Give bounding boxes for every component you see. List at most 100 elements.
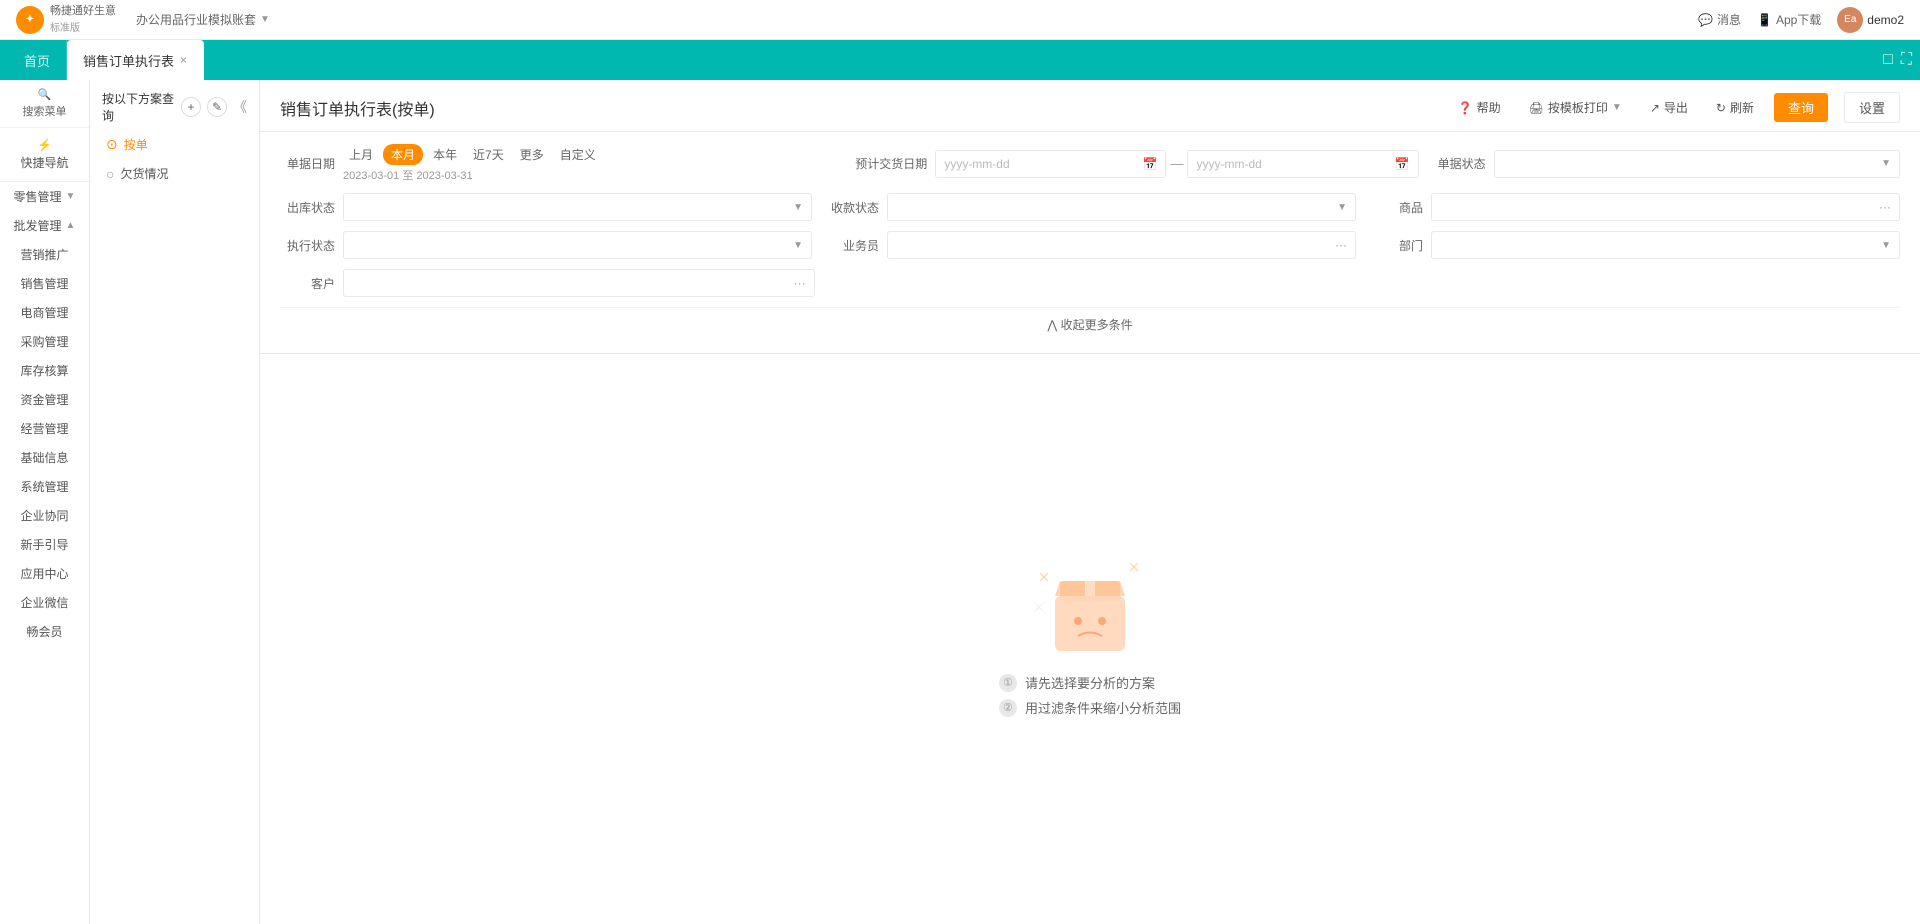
panel-item-shortage[interactable]: ○ 欠货情况 [90,159,259,188]
filter-cell-salesperson: 业务员 ··· [824,231,1356,259]
app-download-button[interactable]: 📱 App下载 [1757,11,1821,28]
filter-cell-dept: 部门 ▼ [1368,231,1900,259]
sidebar-item-membership[interactable]: 畅会员 [0,617,89,646]
sidebar-membership-label: 畅会员 [26,623,62,640]
collapse-more-label: 收起更多条件 [1061,318,1133,332]
avatar: Ea [1837,7,1863,33]
sidebar-item-marketing[interactable]: 营销推广 [0,240,89,269]
left-panel: 按以下方案查询 + ✎ 《 ⊙ 按单 ○ 欠货情况 [90,80,260,924]
print-dropdown-arrow[interactable]: ▼ [1612,102,1622,113]
panel-item-shortage-icon: ○ [106,166,114,182]
outbound-select[interactable]: ▼ [343,193,812,221]
breadcrumb-arrow[interactable]: ▼ [260,14,270,25]
collection-select[interactable]: ▼ [887,193,1356,221]
date-filter-tabs: 上月 本月 本年 近7天 更多 自定义 [343,144,843,165]
header-right: 💬 消息 📱 App下载 Ea demo2 [1698,7,1904,33]
bill-status-select[interactable]: ▼ [1494,150,1900,178]
content-area: 销售订单执行表(按单) ❓ 帮助 🖨 按模板打印 ▼ ↗ 导出 ↻ 刷新 [260,80,1920,924]
calendar-end-icon: 📅 [1395,157,1410,171]
print-icon: 🖨 [1529,101,1544,115]
goods-label: 商品 [1368,199,1423,216]
outbound-arrow: ▼ [793,202,803,213]
panel-item-shortage-label: 欠货情况 [120,165,168,182]
left-panel-header: 按以下方案查询 + ✎ 《 [90,80,259,130]
settings-button[interactable]: 设置 [1844,92,1900,123]
panel-item-order[interactable]: ⊙ 按单 [90,130,259,159]
sidebar-item-guide[interactable]: 新手引导 [0,530,89,559]
customer-ellipsis[interactable]: ··· [794,276,806,290]
collection-label: 收款状态 [824,199,879,216]
date-tab-7days[interactable]: 近7天 [467,144,510,165]
panel-collapse-button[interactable]: 《 [233,97,247,117]
date-tab-custom[interactable]: 自定义 [554,144,602,165]
app-download-icon: 📱 [1757,13,1772,27]
sidebar-operations-label: 经营管理 [20,420,68,437]
collapse-more-button[interactable]: ⋀ 收起更多条件 [280,307,1900,341]
sidebar-item-finance[interactable]: 资金管理 [0,385,89,414]
date-tab-more[interactable]: 更多 [514,144,550,165]
print-button[interactable]: 🖨 按模板打印 ▼ [1521,95,1630,120]
filter-cell-bill-status: 单据状态 ▼ [1431,150,1900,178]
panel-add-button[interactable]: + [181,97,201,117]
sidebar-purchase-label: 采购管理 [20,333,68,350]
date-tab-last-month[interactable]: 上月 [343,144,379,165]
date-tab-this-month[interactable]: 本月 [383,144,423,165]
filter-row-3: 执行状态 ▼ 业务员 ··· 部门 [280,231,1900,259]
expected-date-start[interactable]: yyyy-mm-dd 📅 [935,150,1166,178]
calendar-start-icon: 📅 [1143,157,1158,171]
sidebar-item-app-center[interactable]: 应用中心 [0,559,89,588]
dept-select[interactable]: ▼ [1431,231,1900,259]
sidebar-item-wholesale[interactable]: 批发管理 ▲ [0,211,89,240]
goods-input[interactable]: ··· [1431,193,1900,221]
execution-label: 执行状态 [280,237,335,254]
sidebar-retail-label: 零售管理 [14,188,62,205]
help-button[interactable]: ❓ 帮助 [1450,95,1509,120]
sidebar-finance-label: 资金管理 [20,391,68,408]
expected-date-end[interactable]: yyyy-mm-dd 📅 [1187,150,1418,178]
tab-sales-order[interactable]: 销售订单执行表 × [67,40,204,80]
panel-item-order-label: 按单 [124,136,148,153]
user-area[interactable]: Ea demo2 [1837,7,1904,33]
export-label: 导出 [1664,99,1688,116]
message-button[interactable]: 💬 消息 [1698,11,1741,28]
sidebar-item-ecommerce[interactable]: 电商管理 [0,298,89,327]
filter-cell-execution: 执行状态 ▼ [280,231,812,259]
panel-edit-button[interactable]: ✎ [207,97,227,117]
filter-row-4: 客户 ··· [280,269,1900,297]
tab-home[interactable]: 首页 [8,40,67,80]
sidebar-item-purchase[interactable]: 采购管理 [0,327,89,356]
goods-ellipsis[interactable]: ··· [1879,200,1891,214]
sidebar-cooperation-label: 企业协同 [20,507,68,524]
salesperson-input[interactable]: ··· [887,231,1356,259]
query-button[interactable]: 查询 [1774,93,1828,122]
sidebar-item-cooperation[interactable]: 企业协同 [0,501,89,530]
filter-row-2: 出库状态 ▼ 收款状态 ▼ 商品 [280,193,1900,221]
sidebar-item-quick-nav[interactable]: ⚡ 快捷导航 [0,128,89,182]
export-button[interactable]: ↗ 导出 [1642,95,1696,120]
refresh-button[interactable]: ↻ 刷新 [1708,95,1762,120]
logo-text-block: 畅捷通好生意 标准版 [50,5,116,33]
sidebar-item-basic[interactable]: 基础信息 [0,443,89,472]
panel-item-order-icon: ⊙ [106,136,118,153]
sidebar-item-search[interactable]: 🔍 搜索菜单 [0,80,89,128]
tab-fullscreen-button[interactable]: ⛶ [1901,51,1912,69]
sidebar-item-system[interactable]: 系统管理 [0,472,89,501]
sidebar-item-operations[interactable]: 经营管理 [0,414,89,443]
tab-close-icon[interactable]: × [180,53,187,67]
tab-pin-button[interactable]: □ [1883,51,1893,69]
expected-date-start-placeholder: yyyy-mm-dd [944,157,1009,171]
sidebar-item-retail[interactable]: 零售管理 ▼ [0,182,89,211]
header-left: ✦ 畅捷通好生意 标准版 办公用品行业模拟账套 ▼ [16,5,270,33]
tab-sales-label: 销售订单执行表 [83,51,174,70]
sidebar-item-wechat[interactable]: 企业微信 [0,588,89,617]
filter-cell-date: 单据日期 上月 本月 本年 近7天 更多 自定义 2023-03-01 至 20… [280,144,843,183]
execution-select[interactable]: ▼ [343,231,812,259]
customer-input[interactable]: ··· [343,269,815,297]
salesperson-ellipsis[interactable]: ··· [1335,238,1347,252]
date-tab-this-year[interactable]: 本年 [427,144,463,165]
logo-sub: 标准版 [50,19,116,34]
sidebar-item-sales[interactable]: 销售管理 [0,269,89,298]
sidebar-item-inventory[interactable]: 库存核算 [0,356,89,385]
filter-area: 单据日期 上月 本月 本年 近7天 更多 自定义 2023-03-01 至 20… [260,132,1920,354]
tab-home-label: 首页 [24,51,50,70]
